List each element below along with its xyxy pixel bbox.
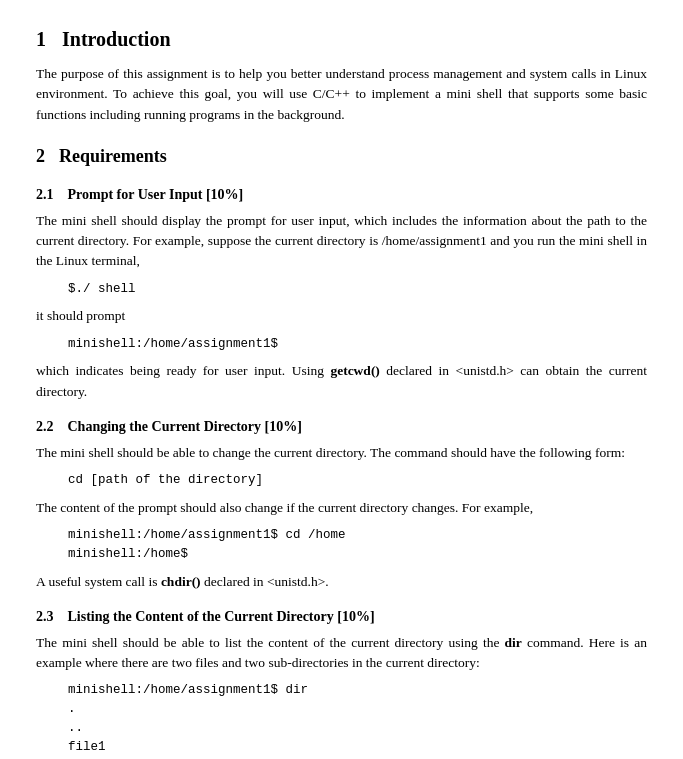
section-2-1-text-middle: it should prompt (36, 306, 647, 326)
heading-1: 1 Introduction (36, 24, 647, 54)
heading-2-3: 2.3 Listing the Content of the Current D… (36, 606, 647, 627)
section-2-2-code2: minishell:/home/assignment1$ cd /home mi… (68, 526, 647, 564)
section-2-1-para2-start: which indicates being ready for user inp… (36, 363, 330, 378)
section-2-1-code2: minishell:/home/assignment1$ (68, 335, 647, 354)
heading-2-2: 2.2 Changing the Current Directory [10%] (36, 416, 647, 437)
section-2-1-getcwd: getcwd() (330, 363, 379, 378)
heading-2-1: 2.1 Prompt for User Input [10%] (36, 184, 647, 205)
section-2-3-code: minishell:/home/assignment1$ dir . .. fi… (68, 681, 647, 759)
section-2-1-code1: $./ shell (68, 280, 647, 299)
section-2-3-para1: The mini shell should be able to list th… (36, 633, 647, 674)
heading-2-2-title: Changing the Current Directory [10%] (68, 419, 302, 434)
heading-2-3-title: Listing the Content of the Current Direc… (68, 609, 375, 624)
subsection-2-2: 2.2 Changing the Current Directory [10%]… (36, 416, 647, 592)
heading-2: 2 Requirements (36, 143, 647, 170)
heading-2-1-number: 2.1 (36, 187, 54, 202)
section-2-3-para1-start: The mini shell should be able to list th… (36, 635, 505, 650)
section-2-2-para3-start: A useful system call is (36, 574, 161, 589)
section-2-2-chdir: chdir() (161, 574, 201, 589)
section-2-3-dir-cmd: dir (505, 635, 522, 650)
heading-2-1-title: Prompt for User Input [10%] (68, 187, 244, 202)
heading-1-number: 1 (36, 24, 46, 54)
subsection-2-3: 2.3 Listing the Content of the Current D… (36, 606, 647, 759)
subsection-2-1: 2.1 Prompt for User Input [10%] The mini… (36, 184, 647, 402)
heading-2-title: Requirements (59, 143, 167, 170)
heading-2-number: 2 (36, 143, 45, 170)
section-1: 1 Introduction The purpose of this assig… (36, 24, 647, 125)
section-2-2-para1: The mini shell should be able to change … (36, 443, 647, 463)
heading-2-2-number: 2.2 (36, 419, 54, 434)
section-2-2-para2: The content of the prompt should also ch… (36, 498, 647, 518)
section-2: 2 Requirements 2.1 Prompt for User Input… (36, 143, 647, 759)
section-2-1-para2: which indicates being ready for user inp… (36, 361, 647, 402)
section-2-2-para3-end: declared in <unistd.h>. (201, 574, 329, 589)
intro-paragraph: The purpose of this assignment is to hel… (36, 64, 647, 125)
section-2-2-para3: A useful system call is chdir() declared… (36, 572, 647, 592)
heading-2-3-number: 2.3 (36, 609, 54, 624)
section-2-1-para1: The mini shell should display the prompt… (36, 211, 647, 272)
section-2-2-code1: cd [path of the directory] (68, 471, 647, 490)
heading-1-title: Introduction (62, 24, 171, 54)
